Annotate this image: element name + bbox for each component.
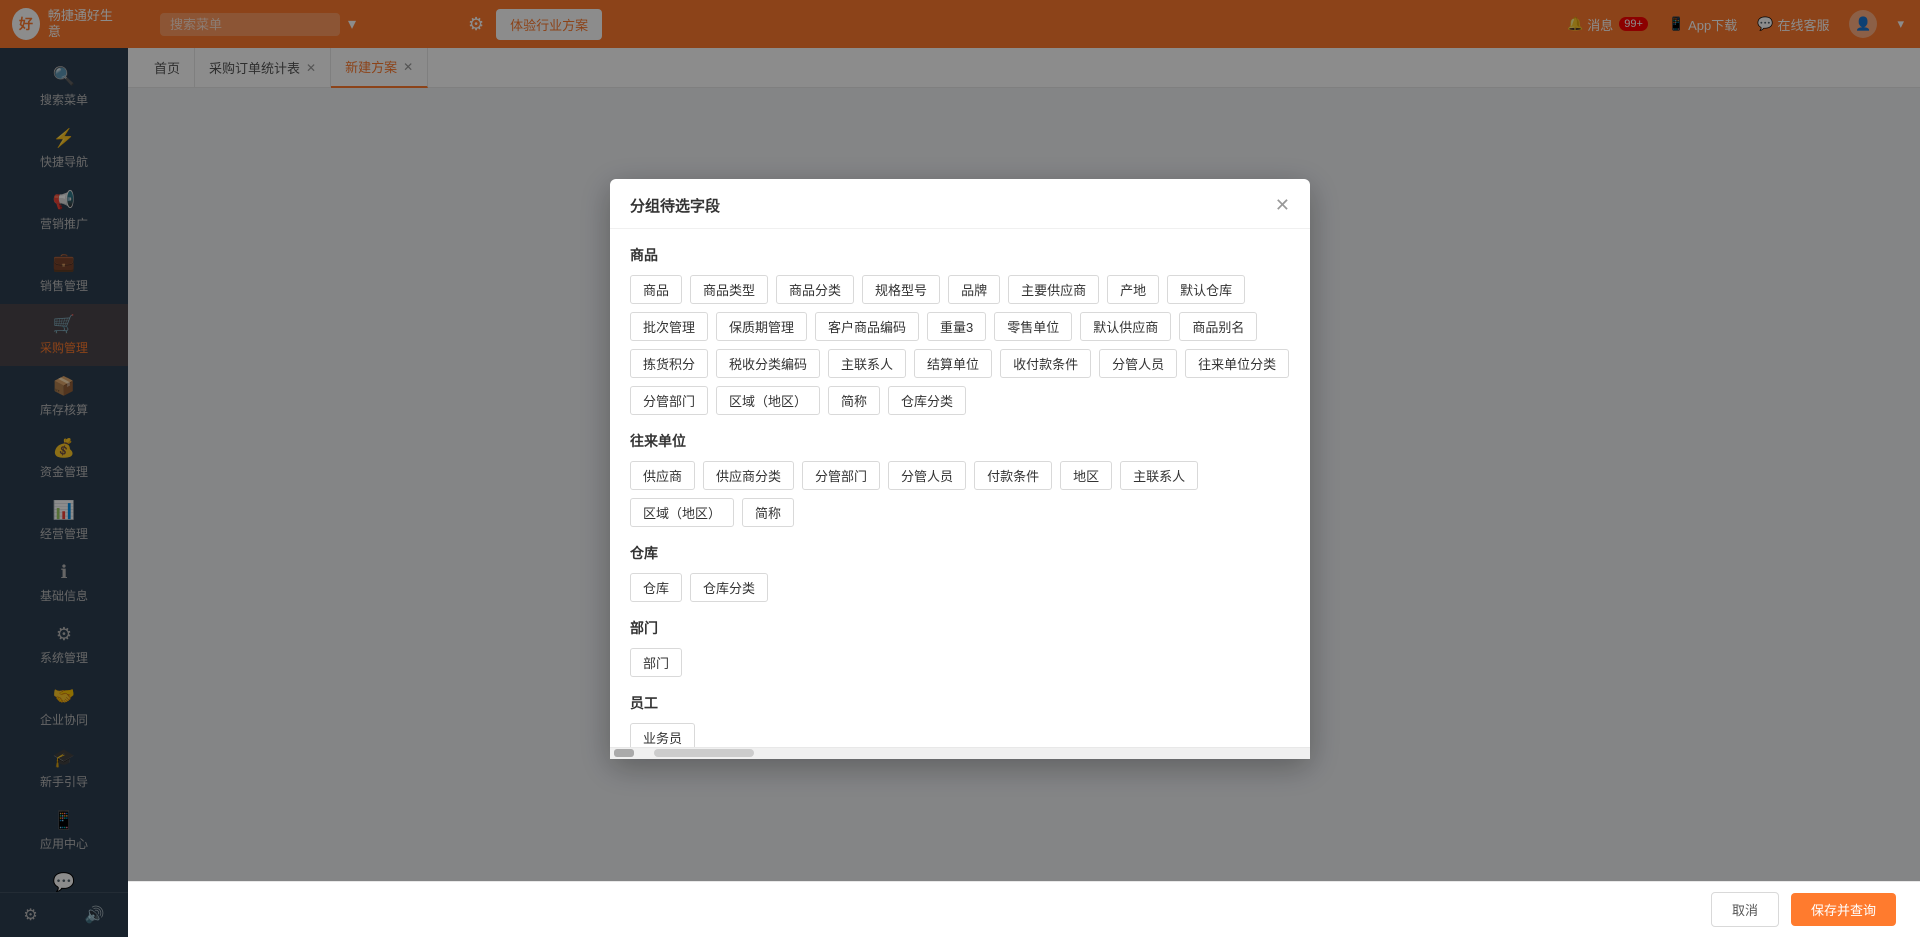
field-tag-主联系人[interactable]: 主联系人: [828, 349, 906, 378]
section-title-员工: 员工: [630, 693, 1290, 713]
field-tag-批次管理[interactable]: 批次管理: [630, 312, 708, 341]
field-tag-仓库[interactable]: 仓库: [630, 573, 682, 602]
field-tag-分管部门[interactable]: 分管部门: [630, 386, 708, 415]
field-tag-结算单位[interactable]: 结算单位: [914, 349, 992, 378]
field-grid-商品: 商品商品类型商品分类规格型号品牌主要供应商产地默认仓库批次管理保质期管理客户商品…: [630, 275, 1290, 415]
field-tag-商品别名[interactable]: 商品别名: [1179, 312, 1257, 341]
field-tag-主要供应商[interactable]: 主要供应商: [1008, 275, 1099, 304]
field-tag-商品[interactable]: 商品: [630, 275, 682, 304]
field-grid-部门: 部门: [630, 648, 1290, 677]
field-tag-供应商分类[interactable]: 供应商分类: [703, 461, 794, 490]
field-tag-部门[interactable]: 部门: [630, 648, 682, 677]
field-tag-主联系人[interactable]: 主联系人: [1120, 461, 1198, 490]
cancel-button[interactable]: 取消: [1711, 892, 1779, 927]
field-grid-仓库: 仓库仓库分类: [630, 573, 1290, 602]
modal-dialog: 分组待选字段 ✕ 商品商品商品类型商品分类规格型号品牌主要供应商产地默认仓库批次…: [610, 179, 1310, 759]
field-tag-往来单位分类[interactable]: 往来单位分类: [1185, 349, 1289, 378]
field-tag-默认供应商[interactable]: 默认供应商: [1080, 312, 1171, 341]
field-tag-客户商品编码[interactable]: 客户商品编码: [815, 312, 919, 341]
field-tag-仓库分类[interactable]: 仓库分类: [888, 386, 966, 415]
modal-close-button[interactable]: ✕: [1275, 195, 1290, 216]
modal-title: 分组待选字段: [630, 195, 720, 216]
modal-header: 分组待选字段 ✕: [610, 179, 1310, 229]
field-tag-简称[interactable]: 简称: [742, 498, 794, 527]
field-grid-往来单位: 供应商供应商分类分管部门分管人员付款条件地区主联系人区域（地区） 简称: [630, 461, 1290, 527]
section-title-仓库: 仓库: [630, 543, 1290, 563]
section-title-商品: 商品: [630, 245, 1290, 265]
field-tag-仓库分类[interactable]: 仓库分类: [690, 573, 768, 602]
field-tag-品牌[interactable]: 品牌: [948, 275, 1000, 304]
field-tag-商品类型[interactable]: 商品类型: [690, 275, 768, 304]
field-tag-简称[interactable]: 简称: [828, 386, 880, 415]
field-tag-地区[interactable]: 地区: [1060, 461, 1112, 490]
field-tag-保质期管理[interactable]: 保质期管理: [716, 312, 807, 341]
field-tag-分管人员[interactable]: 分管人员: [888, 461, 966, 490]
field-tag-收付款条件[interactable]: 收付款条件: [1000, 349, 1091, 378]
field-tag-付款条件[interactable]: 付款条件: [974, 461, 1052, 490]
field-tag-零售单位[interactable]: 零售单位: [994, 312, 1072, 341]
field-tag-区域（地区）[interactable]: 区域（地区）: [716, 386, 820, 415]
field-tag-重量3[interactable]: 重量3: [927, 312, 986, 341]
field-tag-业务员[interactable]: 业务员: [630, 723, 695, 747]
field-tag-分管部门[interactable]: 分管部门: [802, 461, 880, 490]
field-tag-区域（地区）[interactable]: 区域（地区）: [630, 498, 734, 527]
modal-horizontal-scrollbar[interactable]: [610, 747, 1310, 759]
field-tag-商品分类[interactable]: 商品分类: [776, 275, 854, 304]
field-tag-供应商[interactable]: 供应商: [630, 461, 695, 490]
field-tag-产地[interactable]: 产地: [1107, 275, 1159, 304]
section-title-往来单位: 往来单位: [630, 431, 1290, 451]
field-grid-员工: 业务员: [630, 723, 1290, 747]
section-title-部门: 部门: [630, 618, 1290, 638]
save-query-button[interactable]: 保存并查询: [1791, 893, 1896, 926]
field-tag-规格型号[interactable]: 规格型号: [862, 275, 940, 304]
field-tag-税收分类编码[interactable]: 税收分类编码: [716, 349, 820, 378]
footer-bar: 取消 保存并查询: [128, 881, 1920, 937]
field-tag-默认仓库[interactable]: 默认仓库: [1167, 275, 1245, 304]
modal-body: 商品商品商品类型商品分类规格型号品牌主要供应商产地默认仓库批次管理保质期管理客户…: [610, 229, 1310, 747]
field-tag-拣货积分[interactable]: 拣货积分: [630, 349, 708, 378]
field-tag-分管人员[interactable]: 分管人员: [1099, 349, 1177, 378]
